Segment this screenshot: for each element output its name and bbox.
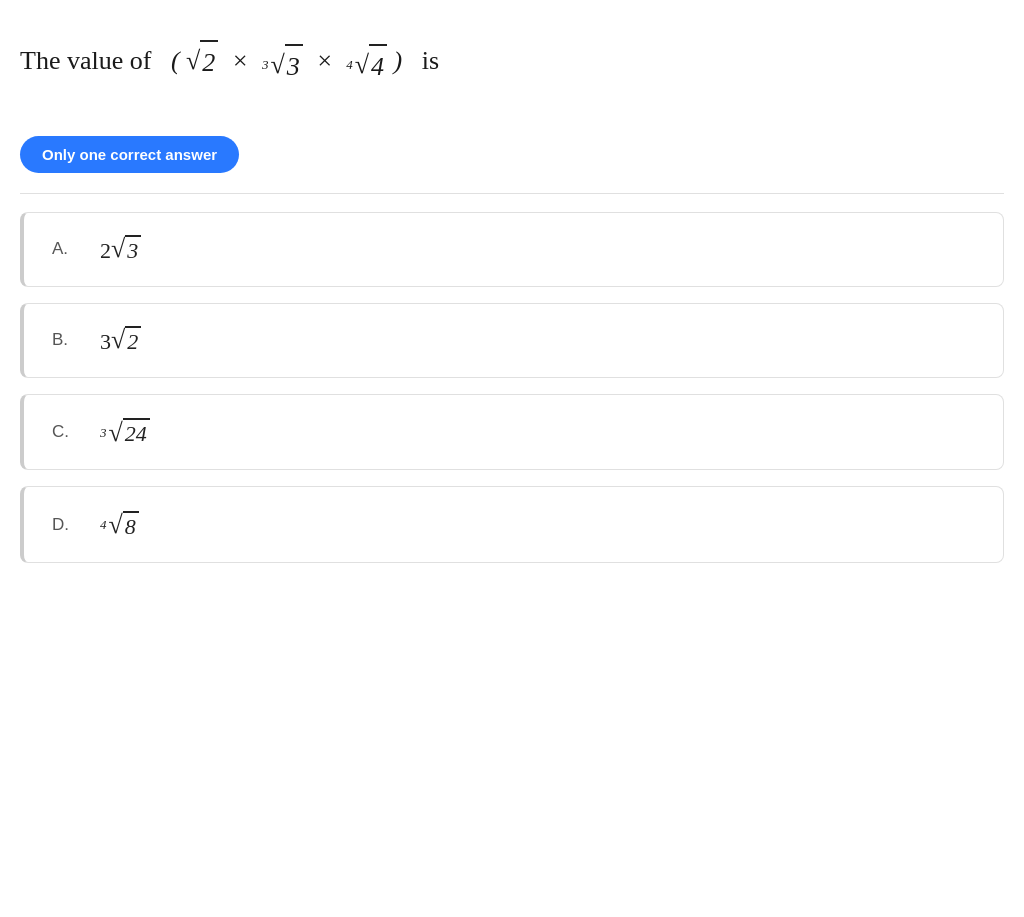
option-d[interactable]: D. 4√8 xyxy=(20,486,1004,563)
option-a-math: 2√3 xyxy=(100,235,141,264)
option-c-label: C. xyxy=(52,422,76,442)
answer-type-badge: Only one correct answer xyxy=(20,136,239,173)
question-prefix: The value of xyxy=(20,46,151,75)
option-a[interactable]: A. 2√3 xyxy=(20,212,1004,287)
question-suffix: is xyxy=(422,46,439,75)
options-list: A. 2√3 B. 3√2 C. 3√24 D. 4√8 xyxy=(20,212,1004,563)
question-container: The value of ( √2 × 3√3 × 4√4 ) is Only … xyxy=(20,30,1004,563)
option-d-label: D. xyxy=(52,515,76,535)
math-expression: ( √2 × 3√3 × 4√4 ) xyxy=(171,46,409,75)
option-c[interactable]: C. 3√24 xyxy=(20,394,1004,471)
option-c-math: 3√24 xyxy=(100,417,150,448)
cbrt3: 3√3 xyxy=(262,44,303,86)
option-a-label: A. xyxy=(52,239,76,259)
option-b-math: 3√2 xyxy=(100,326,141,355)
fourthrt4: 4√4 xyxy=(346,44,387,86)
option-d-math: 4√8 xyxy=(100,509,139,540)
option-b[interactable]: B. 3√2 xyxy=(20,303,1004,378)
question-text: The value of ( √2 × 3√3 × 4√4 ) is xyxy=(20,30,1004,96)
divider xyxy=(20,193,1004,194)
sqrt2: √2 xyxy=(186,40,218,82)
option-b-label: B. xyxy=(52,330,76,350)
